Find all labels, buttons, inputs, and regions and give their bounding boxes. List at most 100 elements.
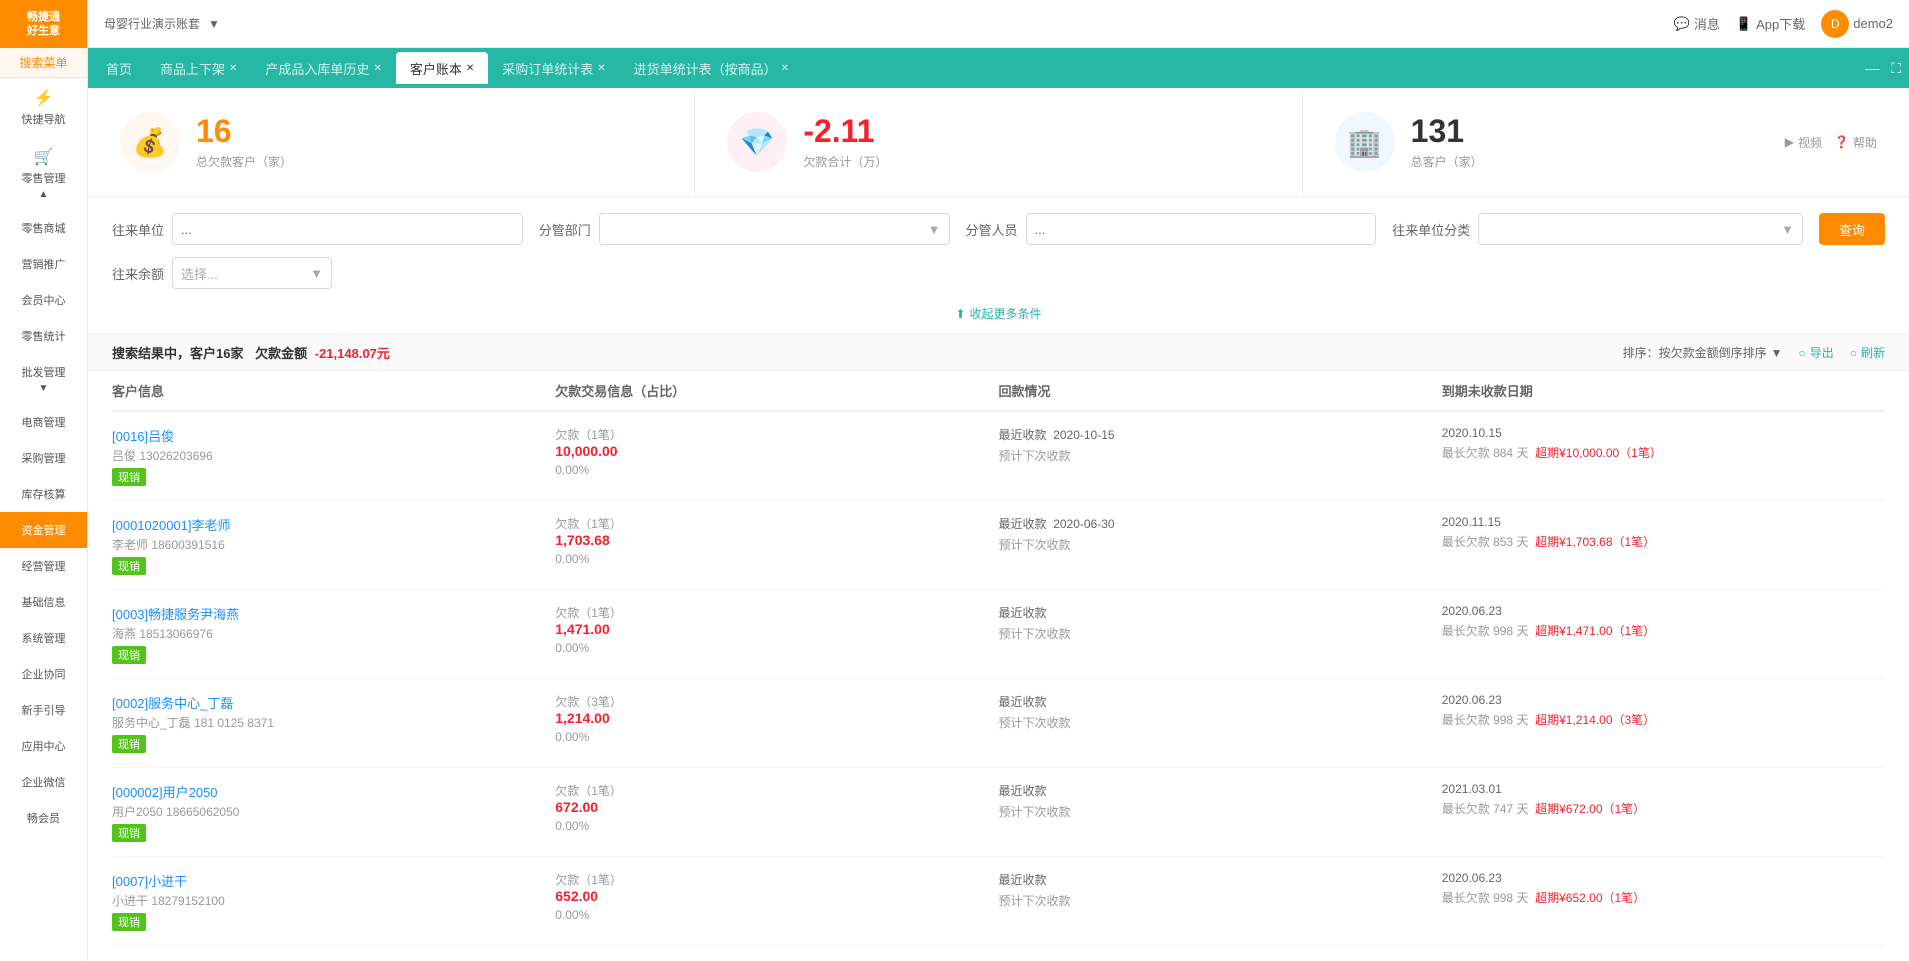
refresh-btn[interactable]: ○ 刷新 (1850, 344, 1885, 361)
video-icon: ▶ (1785, 135, 1794, 149)
tab-import-stats[interactable]: 进货单统计表（按商品） ✕ (620, 52, 803, 84)
overdue-days-1: 最长欠款 853 天 超期¥1,703.68（1笔） (1442, 533, 1885, 550)
next-collect-0: 预计下次收款 (999, 447, 1442, 464)
app-download-btn[interactable]: 📱 App下载 (1736, 14, 1805, 33)
tabs-minimize-btn[interactable]: — (1861, 56, 1883, 81)
debt-total-label: 欠款合计（万） (803, 153, 1269, 170)
total-customers-icon: 🏢 (1335, 112, 1395, 172)
sidebar-item-vip[interactable]: 畅会员 (0, 800, 87, 836)
sidebar-item-basicinfo[interactable]: 基础信息 (0, 584, 87, 620)
search-button[interactable]: 查询 (1819, 213, 1885, 245)
filter-collapse-btn[interactable]: ⬆ 收起更多条件 (112, 301, 1885, 326)
sidebar-item-retail-mgmt[interactable]: 🛒 零售管理 ▲ (0, 137, 87, 210)
help-btn[interactable]: ❓ 帮助 (1834, 134, 1877, 151)
sidebar-item-ecommerce[interactable]: 电商管理 (0, 404, 87, 440)
retail-mall-label: 零售商城 (22, 220, 66, 236)
export-label: 导出 (1810, 344, 1834, 361)
sidebar-item-enterprise[interactable]: 企业协同 (0, 656, 87, 692)
customer-name-0[interactable]: [0016]吕俊 (112, 426, 555, 445)
tab-customer-ledger-close[interactable]: ✕ (466, 63, 474, 74)
unit-category-select[interactable]: ▼ (1478, 213, 1803, 245)
balance-select[interactable]: 选择... ▼ (172, 257, 332, 289)
sidebar-item-wechat[interactable]: 企业微信 (0, 764, 87, 800)
sidebar-item-inventory[interactable]: 库存核算 (0, 476, 87, 512)
filter-unit-category: 往来单位分类 ▼ (1392, 213, 1803, 245)
debt-percent-1: 0.00% (555, 552, 998, 566)
filter-from-unit: 往来单位 ... (112, 213, 523, 245)
user-profile[interactable]: D demo2 (1821, 10, 1893, 38)
next-collect-1: 预计下次收款 (999, 536, 1442, 553)
industry-dropdown-icon[interactable]: ▼ (208, 17, 220, 31)
col-header-duedate: 到期未收款日期 (1442, 381, 1885, 400)
customer-name-2[interactable]: [0003]畅捷服务尹海燕 (112, 604, 555, 623)
customer-name-5[interactable]: [0007]小进干 (112, 871, 555, 890)
tab-product-onoff-close[interactable]: ✕ (229, 63, 237, 74)
export-btn[interactable]: ○ 导出 (1798, 344, 1833, 361)
overdue-link-4[interactable]: 超期¥672.00（1笔） (1535, 802, 1645, 816)
customer-tag-3: 现销 (112, 735, 146, 753)
dept-select[interactable]: ▼ (599, 213, 950, 245)
next-collect-4: 预计下次收款 (999, 803, 1442, 820)
overdue-link-0[interactable]: 超期¥10,000.00（1笔） (1535, 446, 1662, 460)
sidebar-item-guide[interactable]: 新手引导 (0, 692, 87, 728)
tab-home[interactable]: 首页 (92, 52, 146, 84)
due-info-4: 2021.03.01 最长欠款 747 天 超期¥672.00（1笔） (1442, 782, 1885, 817)
stat-card-right: ▶ 视频 ❓ 帮助 (1785, 134, 1877, 151)
stat-card-debt-customers: 💰 16 总欠款客户（家） (88, 88, 695, 196)
sort-dropdown[interactable]: 排序：按欠款金额倒序排序 ▼ (1623, 344, 1783, 361)
customer-name-1[interactable]: [0001020001]李老师 (112, 515, 555, 534)
table-row: [0006]去下粮仓 陈小希 现销 欠款（1笔） 455.90 0.00% 最近… (112, 946, 1885, 961)
search-menu-item[interactable]: 搜索菜单 (0, 48, 87, 78)
sidebar-item-retail-stats[interactable]: 零售统计 (0, 318, 87, 354)
debt-count-5: 欠款（1笔） (555, 871, 998, 888)
tab-customer-ledger[interactable]: 客户账本 ✕ (396, 52, 488, 84)
total-customers-label: 总客户（家） (1411, 153, 1769, 170)
filter-row-2: 往来余额 选择... ▼ (112, 257, 1885, 289)
message-btn[interactable]: 💬 消息 (1674, 14, 1720, 33)
sidebar-item-retail-mall[interactable]: 零售商城 (0, 210, 87, 246)
customer-sub-3: 服务中心_丁磊 181 0125 8371 (112, 714, 555, 731)
collect-info-5: 最近收款 预计下次收款 (999, 871, 1442, 909)
overdue-link-1[interactable]: 超期¥1,703.68（1笔） (1535, 535, 1655, 549)
appcenter-label: 应用中心 (22, 738, 66, 754)
from-unit-input[interactable]: ... (172, 213, 523, 245)
sidebar-item-quicknav[interactable]: ⚡ 快捷导航 (0, 78, 87, 137)
sidebar-item-marketing[interactable]: 营销推广 (0, 246, 87, 282)
overdue-link-5[interactable]: 超期¥652.00（1笔） (1535, 891, 1645, 905)
overdue-link-3[interactable]: 超期¥1,214.00（3笔） (1535, 713, 1655, 727)
manager-input[interactable]: ... (1026, 213, 1377, 245)
sidebar-item-finance[interactable]: 资金管理 (0, 512, 87, 548)
customer-info-3: [0002]服务中心_丁磊 服务中心_丁磊 181 0125 8371 现销 (112, 693, 555, 753)
tab-import-stats-close[interactable]: ✕ (781, 63, 789, 74)
app-logo[interactable]: 畅捷通好生意 (0, 0, 87, 48)
customer-name-4[interactable]: [000002]用户2050 (112, 782, 555, 801)
video-btn[interactable]: ▶ 视频 (1785, 134, 1822, 151)
customer-tag-0: 现销 (112, 468, 146, 486)
overdue-link-2[interactable]: 超期¥1,471.00（1笔） (1535, 624, 1655, 638)
enterprise-label: 企业协同 (22, 666, 66, 682)
sidebar-item-appcenter[interactable]: 应用中心 (0, 728, 87, 764)
message-icon: 💬 (1674, 16, 1690, 32)
customer-sub-2: 海燕 18513066976 (112, 625, 555, 642)
table-header: 客户信息 欠款交易信息（占比） 回款情况 到期未收款日期 (112, 371, 1885, 412)
sidebar-item-purchase[interactable]: 采购管理 (0, 440, 87, 476)
retail-mgmt-label: 零售管理 (22, 170, 66, 186)
tab-product-onoff[interactable]: 商品上下架 ✕ (146, 52, 251, 84)
sidebar-item-member[interactable]: 会员中心 (0, 282, 87, 318)
table-row: [0007]小进干 小进干 18279152100 现销 欠款（1笔） 652.… (112, 857, 1885, 946)
tabs-maximize-btn[interactable]: ⛶ (1887, 56, 1905, 81)
debt-total-info: -2.11 欠款合计（万） (803, 115, 1269, 170)
results-summary: 搜索结果中，客户16家 欠款金额 -21,148.07元 (112, 343, 390, 362)
sidebar-item-operations[interactable]: 经营管理 (0, 548, 87, 584)
tab-stock-history[interactable]: 产成品入库单历史 ✕ (251, 52, 395, 84)
tab-stock-history-close[interactable]: ✕ (373, 63, 381, 74)
customer-name-3[interactable]: [0002]服务中心_丁磊 (112, 693, 555, 712)
sidebar-item-wholesale[interactable]: 批发管理 ▼ (0, 354, 87, 404)
tab-purchase-stats[interactable]: 采购订单统计表 ✕ (488, 52, 619, 84)
sidebar-item-system[interactable]: 系统管理 (0, 620, 87, 656)
stats-row: 💰 16 总欠款客户（家） 💎 -2.11 欠款合计（万） 🏢 (88, 88, 1909, 197)
tab-purchase-stats-close[interactable]: ✕ (597, 63, 605, 74)
debt-info-2: 欠款（1笔） 1,471.00 0.00% (555, 604, 998, 655)
manager-dots: ... (1035, 222, 1046, 237)
debt-label: 欠款金额 (255, 346, 307, 361)
